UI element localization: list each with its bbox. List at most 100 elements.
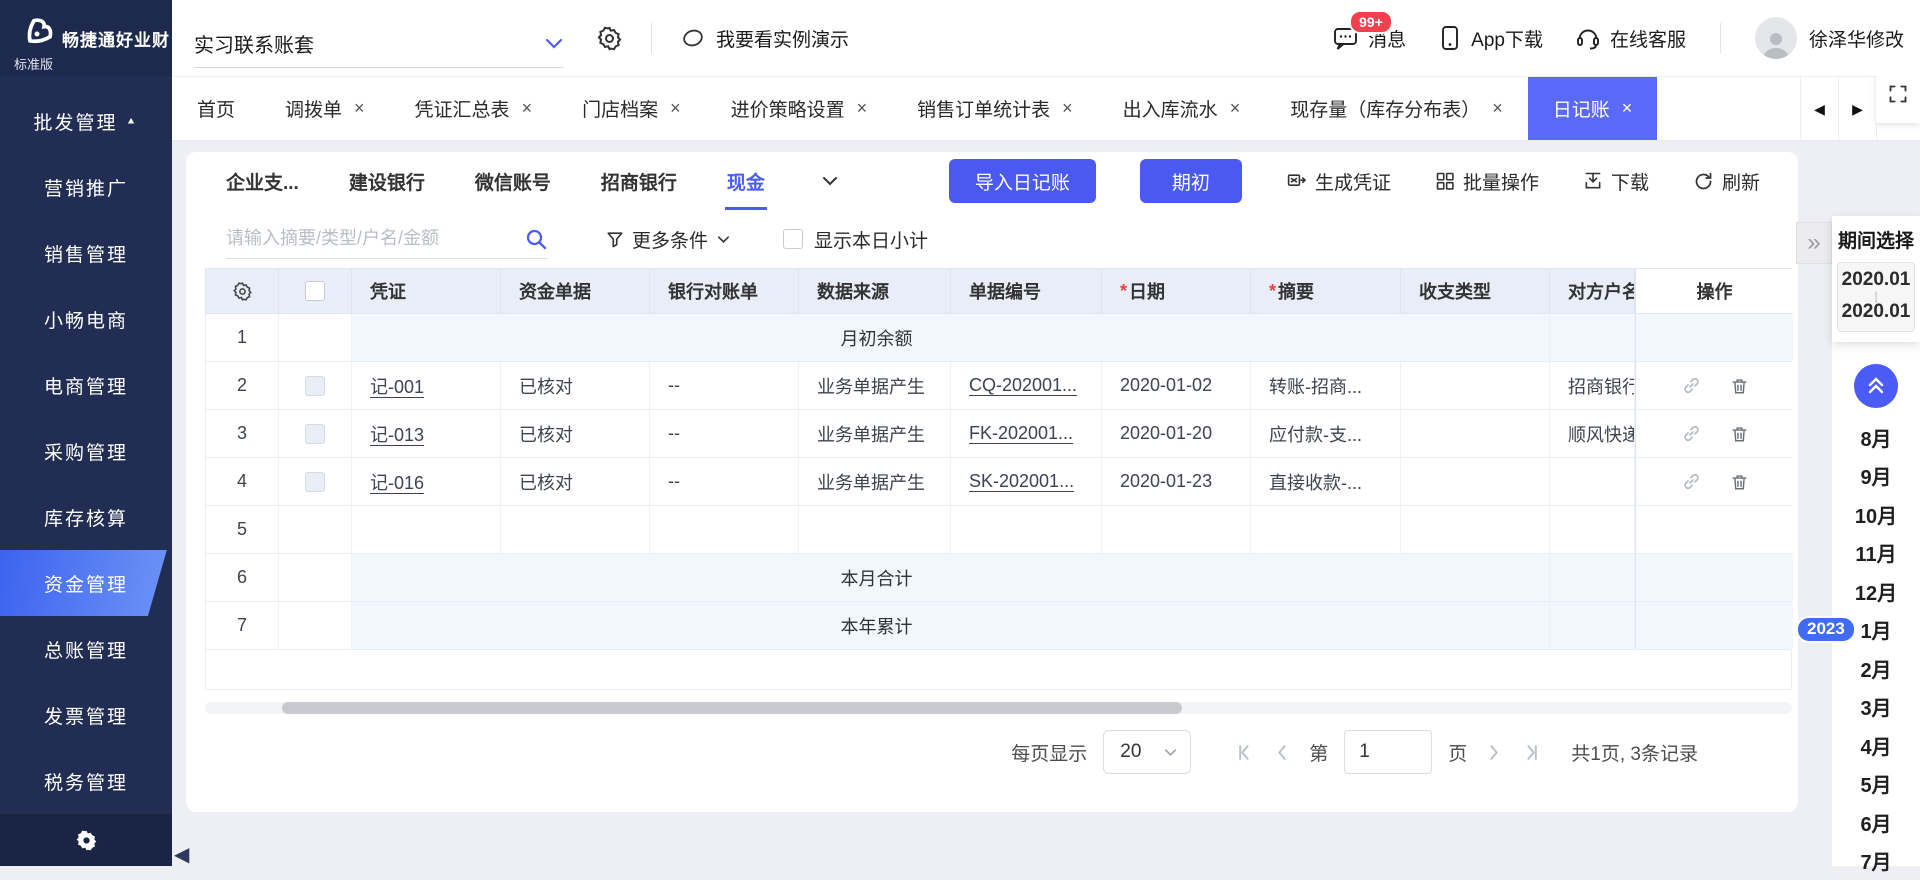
tab-close-icon[interactable]: × — [1622, 98, 1633, 119]
sidebar-item-10[interactable]: 税务管理 — [0, 748, 172, 814]
sidebar-item-3[interactable]: 小畅电商 — [0, 286, 172, 352]
column-header-1[interactable]: 资金单据 — [501, 269, 650, 313]
tab-close-icon[interactable]: × — [1492, 98, 1503, 119]
subtab-3[interactable]: 招商银行 — [601, 152, 677, 210]
collapse-panel-button[interactable]: » — [1796, 222, 1832, 264]
show-daily-toggle[interactable]: 显示本日小计 — [783, 226, 928, 253]
scrollbar-thumb[interactable] — [282, 702, 1182, 714]
subtab-dropdown-chevron-icon[interactable] — [821, 174, 839, 188]
tab-close-icon[interactable]: × — [857, 98, 868, 119]
column-settings-button[interactable] — [206, 269, 279, 313]
subtab-1[interactable]: 建设银行 — [349, 152, 425, 210]
sidebar-settings[interactable] — [0, 814, 172, 866]
search-icon[interactable] — [524, 227, 548, 251]
user-menu[interactable]: 徐泽华修改 — [1755, 17, 1904, 59]
column-header-3[interactable]: 数据来源 — [799, 269, 951, 313]
voucher-link[interactable]: 记-016 — [370, 469, 424, 495]
tab-close-icon[interactable]: × — [522, 98, 533, 119]
column-header-5[interactable]: *日期 — [1102, 269, 1251, 313]
column-header-7[interactable]: 收支类型 — [1401, 269, 1550, 313]
batch-operations-button[interactable]: 批量操作 — [1435, 168, 1539, 195]
sidebar-collapse-arrow[interactable]: ◀ — [174, 842, 189, 867]
month-item-11月[interactable]: 11月 — [1832, 534, 1920, 573]
tab-next-button[interactable]: ▶ — [1838, 77, 1876, 141]
month-item-8月[interactable]: 8月 — [1832, 418, 1920, 457]
period-range[interactable]: 2020.01 | 2020.01 — [1837, 262, 1915, 332]
month-item-6月[interactable]: 6月 — [1832, 803, 1920, 842]
app-download-item[interactable]: App下载 — [1438, 25, 1543, 52]
generate-voucher-button[interactable]: 生成凭证 — [1286, 168, 1391, 195]
delete-button[interactable] — [1730, 424, 1749, 444]
page-first-button[interactable] — [1235, 744, 1256, 761]
page-next-button[interactable] — [1483, 744, 1504, 761]
tab-2[interactable]: 凭证汇总表× — [390, 77, 558, 140]
column-header-2[interactable]: 银行对账单 — [650, 269, 799, 313]
link-button[interactable] — [1681, 471, 1702, 492]
tab-4[interactable]: 进价策略设置× — [706, 77, 893, 140]
doc-no-link[interactable]: SK-202001... — [969, 471, 1074, 492]
delete-button[interactable] — [1730, 472, 1749, 492]
tab-0[interactable]: 首页 — [172, 77, 260, 140]
tab-close-icon[interactable]: × — [354, 98, 365, 119]
column-header-6[interactable]: *摘要 — [1251, 269, 1401, 313]
sidebar-item-0[interactable]: 批发管理▲ — [0, 88, 172, 154]
column-header-4[interactable]: 单据编号 — [951, 269, 1102, 313]
subtab-4[interactable]: 现金 — [727, 152, 765, 210]
link-button[interactable] — [1681, 375, 1702, 396]
page-input[interactable] — [1344, 730, 1432, 774]
messages-item[interactable]: 99+ 消息 — [1333, 25, 1406, 52]
month-item-10月[interactable]: 10月 — [1832, 495, 1920, 534]
more-filters-button[interactable]: 更多条件 — [606, 226, 731, 253]
refresh-button[interactable]: 刷新 — [1693, 168, 1760, 195]
row-checkbox[interactable] — [305, 376, 325, 396]
column-header-8[interactable]: 对方户名 — [1550, 269, 1635, 313]
show-daily-checkbox[interactable] — [783, 229, 803, 249]
sidebar-item-8[interactable]: 总账管理 — [0, 616, 172, 682]
month-item-12月[interactable]: 12月 — [1832, 572, 1920, 611]
month-item-9月[interactable]: 9月 — [1832, 457, 1920, 496]
month-item-7月[interactable]: 7月 — [1832, 842, 1920, 880]
delete-button[interactable] — [1730, 376, 1749, 396]
tab-1[interactable]: 调拨单× — [260, 77, 390, 140]
tab-close-icon[interactable]: × — [1230, 98, 1241, 119]
per-page-select[interactable]: 20 — [1103, 730, 1191, 774]
tab-prev-button[interactable]: ◀ — [1800, 77, 1838, 141]
select-all-checkbox[interactable] — [305, 281, 325, 301]
tab-5[interactable]: 销售订单统计表× — [892, 77, 1098, 140]
voucher-link[interactable]: 记-013 — [370, 421, 424, 447]
import-journal-button[interactable]: 导入日记账 — [949, 159, 1096, 203]
tab-close-icon[interactable]: × — [670, 98, 681, 119]
doc-no-link[interactable]: FK-202001... — [969, 423, 1073, 444]
settings-gear-icon[interactable] — [596, 25, 623, 52]
doc-no-link[interactable]: CQ-202001... — [969, 375, 1077, 396]
scroll-up-button[interactable] — [1854, 364, 1898, 408]
month-item-1月[interactable]: 20231月 — [1832, 611, 1920, 650]
link-button[interactable] — [1681, 423, 1702, 444]
tab-3[interactable]: 门店档案× — [557, 77, 706, 140]
sidebar-item-7[interactable]: 资金管理 — [0, 550, 172, 616]
page-last-button[interactable] — [1520, 744, 1541, 761]
tab-7[interactable]: 现存量（库存分布表）× — [1265, 77, 1528, 140]
sidebar-item-9[interactable]: 发票管理 — [0, 682, 172, 748]
online-service-item[interactable]: 在线客服 — [1575, 25, 1686, 52]
month-item-2月[interactable]: 2月 — [1832, 649, 1920, 688]
row-checkbox[interactable] — [305, 472, 325, 492]
sidebar-item-4[interactable]: 电商管理 — [0, 352, 172, 418]
sidebar-item-1[interactable]: 营销推广 — [0, 154, 172, 220]
row-checkbox[interactable] — [305, 424, 325, 444]
account-select[interactable]: 实习联系账套 — [194, 20, 564, 68]
sidebar-item-5[interactable]: 采购管理 — [0, 418, 172, 484]
demo-link[interactable]: 我要看实例演示 — [680, 25, 849, 52]
tab-6[interactable]: 出入库流水× — [1098, 77, 1266, 140]
sidebar-item-2[interactable]: 销售管理 — [0, 220, 172, 286]
subtab-2[interactable]: 微信账号 — [475, 152, 551, 210]
tab-close-icon[interactable]: × — [1062, 98, 1073, 119]
month-item-5月[interactable]: 5月 — [1832, 765, 1920, 804]
tab-8[interactable]: 日记账× — [1528, 77, 1658, 140]
subtab-0[interactable]: 企业支... — [226, 152, 299, 210]
page-prev-button[interactable] — [1272, 744, 1293, 761]
column-header-0[interactable]: 凭证 — [352, 269, 501, 313]
voucher-link[interactable]: 记-001 — [370, 373, 424, 399]
month-item-4月[interactable]: 4月 — [1832, 726, 1920, 765]
opening-balance-button[interactable]: 期初 — [1140, 159, 1242, 203]
